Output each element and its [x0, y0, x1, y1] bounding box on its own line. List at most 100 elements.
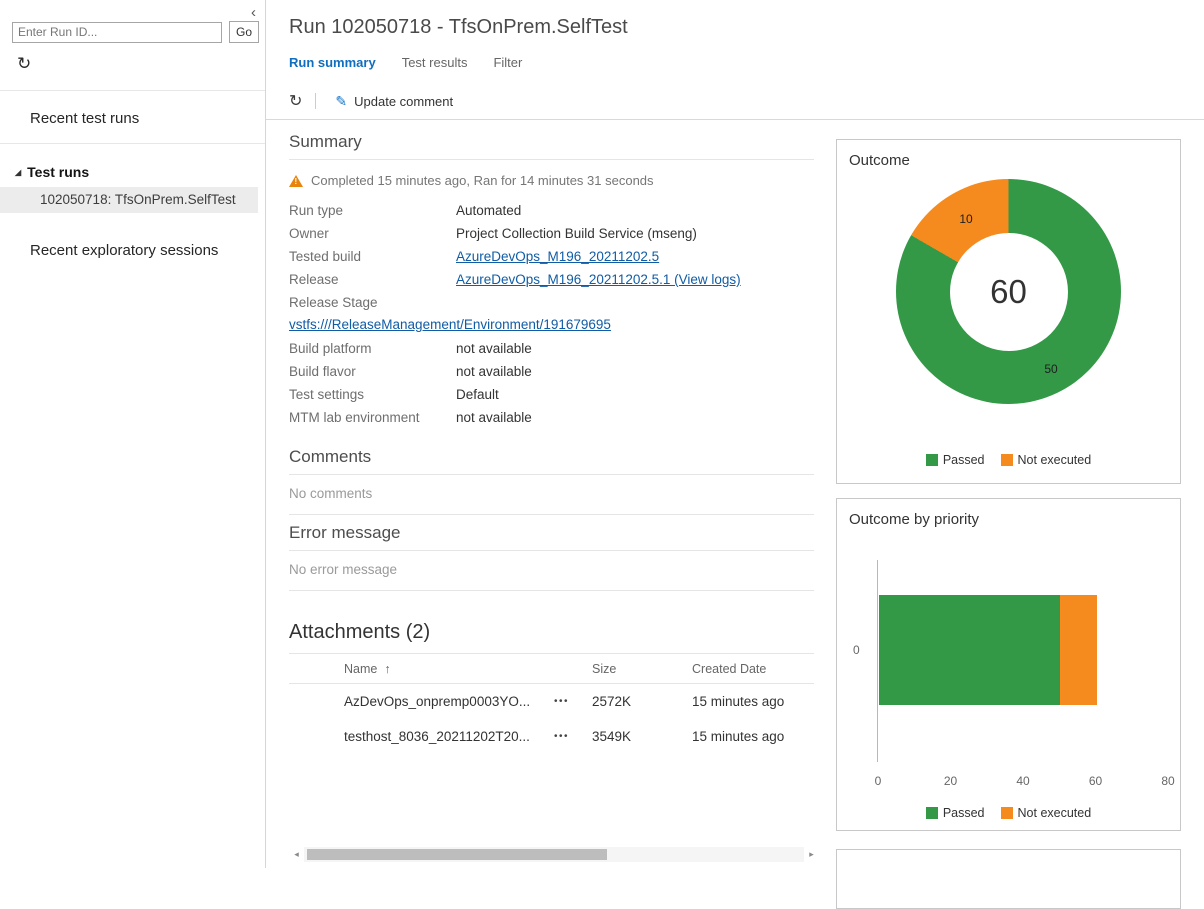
attachment-size: 2572K	[592, 694, 632, 709]
donut-total-value: 60	[990, 272, 1027, 310]
field-value: not available	[456, 364, 532, 379]
column-header-name[interactable]: Name ↑	[344, 662, 554, 676]
field-value: not available	[456, 341, 532, 356]
content-area: Summary ! Completed 15 minutes ago, Ran …	[266, 120, 1204, 909]
attachment-name[interactable]: testhost_8036_20211202T20...	[344, 729, 554, 744]
field-label: Release	[289, 272, 339, 287]
release-stage-link[interactable]: vstfs:///ReleaseManagement/Environment/1…	[289, 317, 611, 332]
more-options-icon[interactable]: •••	[554, 696, 592, 707]
field-run-type: Run type Automated	[289, 199, 814, 222]
recent-test-runs-link[interactable]: Recent test runs	[30, 110, 139, 127]
passed-swatch-icon	[925, 807, 938, 819]
x-tick-label: 80	[1161, 774, 1175, 788]
outcome-card-title: Outcome	[849, 152, 910, 169]
donut-label-passed: 50	[1044, 362, 1058, 376]
app-window: ‹ Go ↻ Recent test runs ◢ Test runs 1020…	[0, 0, 1204, 909]
not-executed-swatch-icon	[1000, 454, 1013, 466]
toolbar-separator	[315, 93, 317, 109]
column-name-label: Name	[344, 661, 378, 676]
field-tested-build: Tested build AzureDevOps_M196_20211202.5	[289, 245, 814, 268]
field-label: MTM lab environment	[289, 410, 420, 425]
sidebar-divider	[0, 143, 265, 144]
field-value: not available	[456, 410, 532, 425]
scrollbar-track[interactable]	[304, 847, 804, 862]
donut-label-not-executed: 10	[959, 212, 973, 226]
x-axis-ticks: 0 20 40 60 80	[875, 774, 1175, 790]
attachment-name[interactable]: AzDevOps_onpremp0003YO...	[344, 694, 554, 709]
update-comment-button[interactable]: ✎ Update comment	[329, 92, 459, 111]
legend-item-not-executed: Not executed	[1000, 806, 1091, 820]
field-value: Automated	[456, 203, 522, 218]
attachments-heading: Attachments (2)	[289, 621, 814, 654]
donut-total: 60	[949, 232, 1068, 351]
main-panel: Run 102050718 - TfsOnPrem.SelfTest Run s…	[266, 0, 1204, 909]
sidebar-collapse-icon[interactable]: ‹	[248, 4, 259, 21]
scroll-right-icon[interactable]: ▸	[804, 849, 819, 860]
attachment-row[interactable]: testhost_8036_20211202T20... ••• 3549K 1…	[289, 719, 814, 754]
attachment-created: 15 minutes ago	[692, 729, 785, 744]
go-button[interactable]: Go	[229, 21, 260, 43]
attachment-size: 3549K	[592, 729, 632, 744]
field-label: Run type	[289, 203, 344, 218]
tested-build-link[interactable]: AzureDevOps_M196_20211202.5	[456, 245, 659, 268]
release-stage-link-row: vstfs:///ReleaseManagement/Environment/1…	[289, 314, 814, 336]
field-test-settings: Test settings Default	[289, 383, 814, 406]
column-header-created-date[interactable]: Created Date	[692, 662, 814, 676]
attachments-table-header: Name ↑ Size Created Date	[289, 654, 814, 684]
toolbar: ↻ ✎ Update comment	[266, 83, 1204, 120]
run-id-search: Go	[12, 21, 260, 43]
field-owner: Owner Project Collection Build Service (…	[289, 222, 814, 245]
field-label: Build flavor	[289, 364, 356, 379]
bar-segment-not-executed[interactable]	[1060, 595, 1097, 705]
tab-run-summary[interactable]: Run summary	[289, 55, 376, 70]
field-release-stage: Release Stage	[289, 291, 814, 314]
outcome-legend: Passed Not executed	[837, 453, 1180, 467]
x-tick-label: 40	[1016, 774, 1030, 788]
outcome-donut-chart[interactable]: 10 50 60	[896, 179, 1121, 404]
tab-test-results[interactable]: Test results	[402, 55, 468, 70]
outcome-by-priority-legend: Passed Not executed	[837, 806, 1180, 820]
sidebar-divider	[0, 90, 265, 91]
pencil-icon: ✎	[335, 92, 348, 109]
next-card-partial	[836, 849, 1181, 909]
run-id-input[interactable]	[12, 21, 222, 43]
tree-expanded-icon[interactable]: ◢	[15, 168, 21, 177]
sort-ascending-icon: ↑	[384, 661, 391, 676]
y-axis-category-label: 0	[853, 643, 860, 657]
field-label: Release Stage	[289, 295, 378, 310]
summary-heading: Summary	[289, 130, 814, 160]
test-runs-label: Test runs	[27, 164, 90, 180]
field-release: Release AzureDevOps_M196_20211202.5.1 (V…	[289, 268, 814, 291]
outcome-by-priority-card: Outcome by priority 0 0 20 40 60 80 Passed	[836, 498, 1181, 831]
legend-item-not-executed: Not executed	[1000, 453, 1092, 467]
sidebar: ‹ Go ↻ Recent test runs ◢ Test runs 1020…	[0, 0, 266, 868]
summary-fields: Run type Automated Owner Project Collect…	[289, 199, 814, 429]
tab-filter[interactable]: Filter	[493, 55, 522, 70]
charts-panel: Outcome 10 50 60 Passed Not executed Out…	[836, 120, 1204, 909]
horizontal-scrollbar[interactable]: ◂ ▸	[289, 847, 819, 862]
refresh-icon[interactable]: ↻	[289, 91, 302, 111]
more-options-icon[interactable]: •••	[554, 731, 592, 742]
recent-exploratory-sessions-link[interactable]: Recent exploratory sessions	[30, 242, 218, 259]
test-run-tree-item[interactable]: 102050718: TfsOnPrem.SelfTest	[0, 187, 258, 213]
error-message-heading: Error message	[289, 521, 814, 551]
x-tick-label: 20	[943, 774, 958, 788]
outcome-by-priority-title: Outcome by priority	[849, 511, 980, 528]
scroll-left-icon[interactable]: ◂	[289, 849, 304, 860]
not-executed-swatch-icon	[1000, 807, 1013, 819]
page-title: Run 102050718 - TfsOnPrem.SelfTest	[289, 16, 628, 38]
column-header-size[interactable]: Size	[592, 662, 692, 676]
test-runs-tree-header[interactable]: ◢ Test runs	[15, 164, 89, 180]
field-label: Tested build	[289, 249, 362, 264]
attachment-row[interactable]: AzDevOps_onpremp0003YO... ••• 2572K 15 m…	[289, 684, 814, 719]
scrollbar-thumb[interactable]	[307, 849, 607, 860]
field-label: Build platform	[289, 341, 372, 356]
legend-label: Not executed	[1017, 453, 1092, 467]
legend-label: Passed	[942, 453, 985, 467]
sidebar-refresh-icon[interactable]: ↻	[17, 54, 31, 74]
run-status-text: Completed 15 minutes ago, Ran for 14 min…	[311, 173, 654, 188]
comments-heading: Comments	[289, 445, 814, 475]
release-link[interactable]: AzureDevOps_M196_20211202.5.1 (View logs…	[456, 268, 741, 291]
bar-segment-passed[interactable]	[879, 595, 1061, 705]
legend-label: Passed	[942, 806, 985, 820]
